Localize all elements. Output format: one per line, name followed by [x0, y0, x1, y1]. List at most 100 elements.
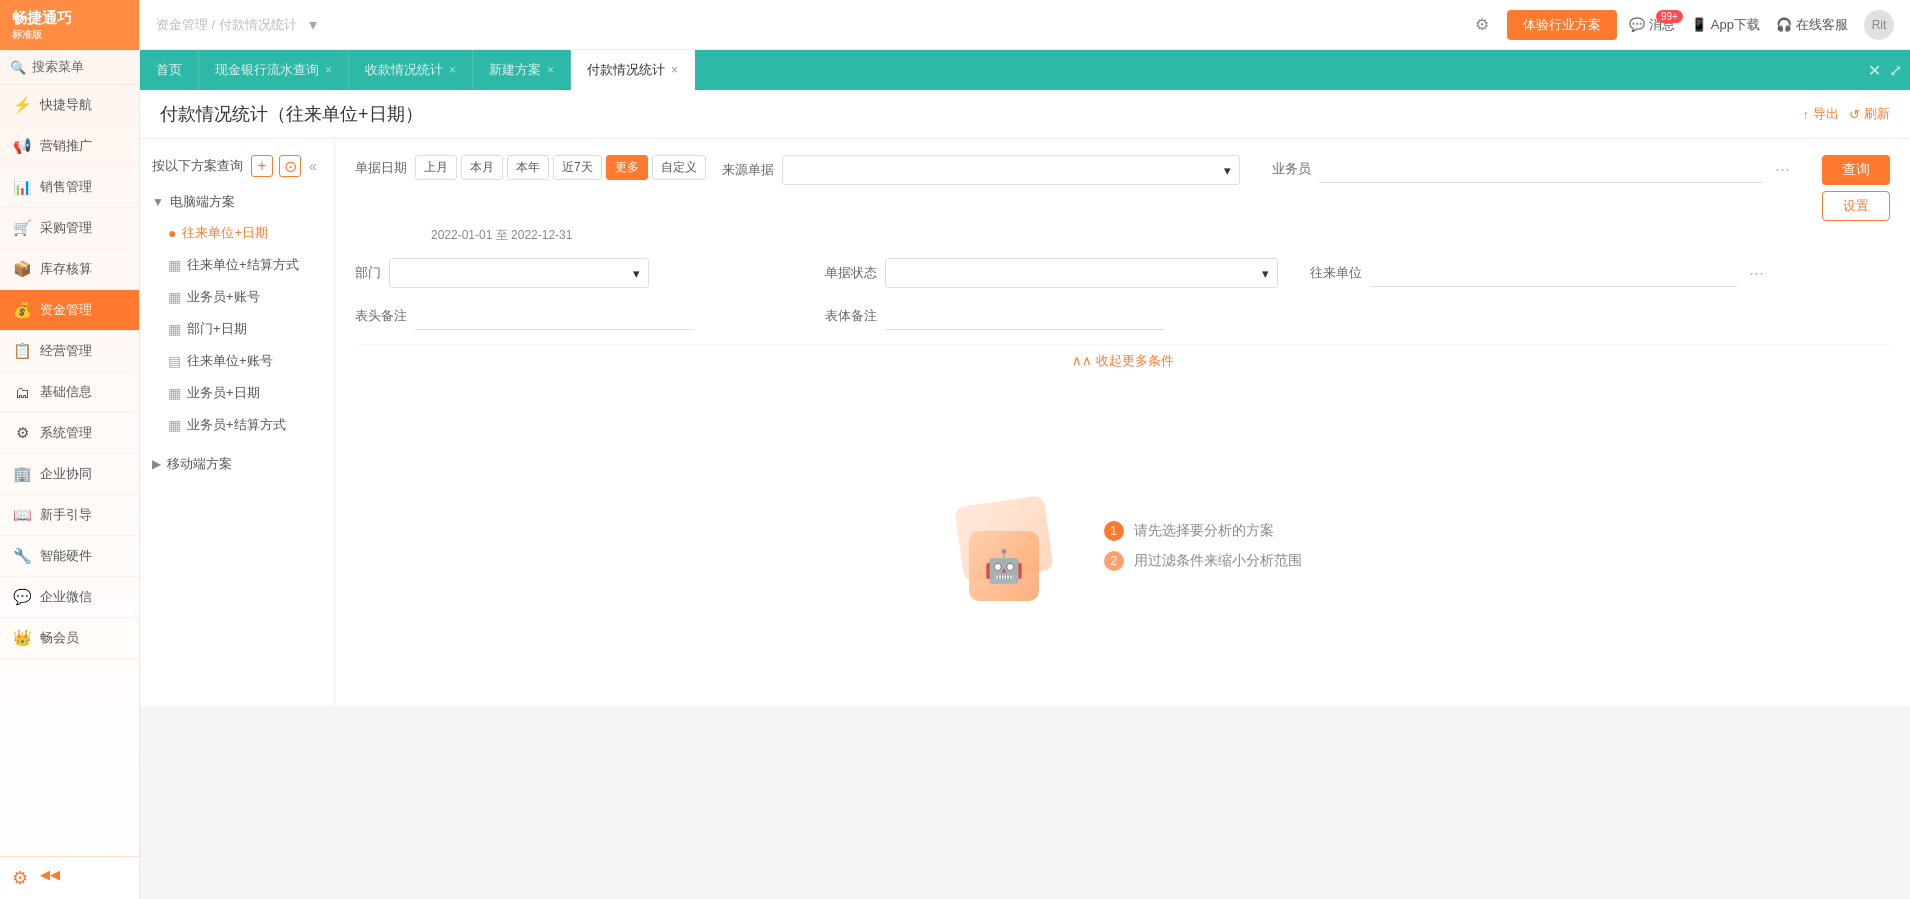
- tab-cash-flow-close[interactable]: ×: [325, 63, 332, 77]
- topbar: 资金管理 / 付款情况统计 ▾ ⚙ 体验行业方案 💬 消息 99+ 📱 App下…: [140, 0, 1910, 50]
- tabs-close-button[interactable]: ✕: [1868, 61, 1881, 80]
- topbar-chevron-icon[interactable]: ▾: [309, 15, 317, 34]
- date-filter-buttons: 上月 本月 本年 近7天 更多 自定义: [415, 155, 706, 180]
- scheme-item-partner-settle[interactable]: ▦ 往来单位+结算方式: [140, 249, 334, 281]
- sidebar-item-basic-info[interactable]: 🗂 基础信息: [0, 372, 139, 413]
- scheme-item-salesman-account[interactable]: ▦ 业务员+账号: [140, 281, 334, 313]
- sidebar-item-label: 系统管理: [40, 424, 92, 442]
- scheme-panel-header: 按以下方案查询 + ⊙ «: [140, 149, 334, 183]
- scheme-group-arrow-icon: ▼: [152, 195, 164, 209]
- tab-receipt-stats-close[interactable]: ×: [449, 63, 456, 77]
- bill-status-label: 单据状态: [825, 264, 877, 282]
- empty-tip-1-text: 请先选择要分析的方案: [1134, 522, 1274, 540]
- scheme-item-salesman-settle[interactable]: ▦ 业务员+结算方式: [140, 409, 334, 441]
- message-button[interactable]: 💬 消息 99+: [1629, 16, 1675, 34]
- salesman-more-icon[interactable]: ···: [1775, 159, 1790, 180]
- date-btn-custom[interactable]: 自定义: [652, 155, 706, 180]
- tabs-maximize-button[interactable]: ⤢: [1889, 61, 1902, 80]
- scheme-item-dept-date[interactable]: ▦ 部门+日期: [140, 313, 334, 345]
- scheme-panel-label: 按以下方案查询: [152, 157, 243, 175]
- sidebar-logo: 畅捷通巧 标准版: [0, 0, 139, 50]
- scheme-group-mobile-title[interactable]: ▶ 移动端方案: [140, 449, 334, 479]
- scheme-item-partner-account[interactable]: ▤ 往来单位+账号: [140, 345, 334, 377]
- sidebar-item-wechat[interactable]: 💬 企业微信: [0, 577, 139, 618]
- dept-select[interactable]: ▾: [389, 258, 649, 288]
- export-label: 导出: [1813, 105, 1839, 123]
- partner-input[interactable]: [1370, 259, 1737, 287]
- topbar-gear-icon[interactable]: ⚙: [1469, 9, 1495, 40]
- bill-status-select[interactable]: ▾: [885, 258, 1279, 288]
- guide-icon: 📖: [12, 505, 32, 525]
- wechat-icon: 💬: [12, 587, 32, 607]
- tab-home[interactable]: 首页: [140, 50, 199, 90]
- sidebar-item-system[interactable]: ⚙ 系统管理: [0, 413, 139, 454]
- date-btn-7days[interactable]: 近7天: [553, 155, 602, 180]
- operation-icon: 📋: [12, 341, 32, 361]
- date-btn-this-month[interactable]: 本月: [461, 155, 503, 180]
- sidebar-item-label: 资金管理: [40, 301, 92, 319]
- refresh-button[interactable]: ↺ 刷新: [1849, 105, 1890, 123]
- query-button[interactable]: 查询: [1822, 155, 1890, 185]
- message-badge: 99+: [1656, 10, 1683, 23]
- settings-button[interactable]: 设置: [1822, 191, 1890, 221]
- partner-label: 往来单位: [1310, 264, 1362, 282]
- refresh-icon: ↺: [1849, 107, 1860, 122]
- dept-label: 部门: [355, 264, 381, 282]
- enterprise-icon: 🏢: [12, 464, 32, 484]
- scheme-item-icon: ▦: [168, 289, 181, 305]
- content-area: 按以下方案查询 + ⊙ « ▼ 电脑端方案 ● 往来单位+日期: [140, 139, 1910, 706]
- sidebar-item-finance[interactable]: 💰 资金管理: [0, 290, 139, 331]
- sidebar-settings-icon[interactable]: ⚙: [12, 867, 28, 889]
- sidebar-item-hardware[interactable]: 🔧 智能硬件: [0, 536, 139, 577]
- sidebar-item-quick-nav[interactable]: ⚡ 快捷导航: [0, 85, 139, 126]
- date-btn-this-year[interactable]: 本年: [507, 155, 549, 180]
- online-service-button[interactable]: 🎧 在线客服: [1776, 16, 1848, 34]
- tab-payment-stats[interactable]: 付款情况统计 ×: [571, 50, 695, 90]
- sidebar-item-guide[interactable]: 📖 新手引导: [0, 495, 139, 536]
- search-menu[interactable]: 🔍 搜索菜单: [0, 50, 139, 85]
- user-name: Rit: [1872, 18, 1887, 32]
- header-note-input[interactable]: [415, 302, 695, 330]
- tab-new-scheme[interactable]: 新建方案 ×: [473, 50, 571, 90]
- partner-more-icon[interactable]: ···: [1749, 263, 1764, 284]
- export-button[interactable]: ↑ 导出: [1803, 105, 1840, 123]
- sidebar-item-inventory[interactable]: 📦 库存核算: [0, 249, 139, 290]
- sidebar-item-sales[interactable]: 📊 销售管理: [0, 167, 139, 208]
- scheme-item-label: 往来单位+日期: [182, 224, 268, 242]
- scheme-panel-icons: + ⊙: [251, 155, 301, 177]
- scheme-item-partner-date[interactable]: ● 往来单位+日期: [140, 217, 334, 249]
- tab-receipt-stats-label: 收款情况统计: [365, 61, 443, 79]
- salesman-input[interactable]: [1319, 155, 1763, 183]
- scheme-item-salesman-date[interactable]: ▦ 业务员+日期: [140, 377, 334, 409]
- trial-button[interactable]: 体验行业方案: [1507, 10, 1617, 40]
- sidebar-item-marketing[interactable]: 📢 营销推广: [0, 126, 139, 167]
- sidebar-collapse-icon[interactable]: ◀◀: [40, 867, 60, 889]
- sidebar-item-operation[interactable]: 📋 经营管理: [0, 331, 139, 372]
- scheme-settings-button[interactable]: ⊙: [279, 155, 301, 177]
- tab-receipt-stats[interactable]: 收款情况统计 ×: [349, 50, 473, 90]
- tab-home-label: 首页: [156, 61, 182, 79]
- bill-status-arrow-icon: ▾: [1262, 266, 1269, 281]
- tab-payment-stats-label: 付款情况统计: [587, 61, 665, 79]
- scheme-collapse-icon[interactable]: «: [309, 158, 317, 174]
- date-btn-more[interactable]: 更多: [606, 155, 648, 180]
- tab-new-scheme-close[interactable]: ×: [547, 63, 554, 77]
- sidebar-item-label: 畅会员: [40, 629, 79, 647]
- collapse-conditions-button[interactable]: ∧∧ 收起更多条件: [1072, 352, 1174, 370]
- member-icon: 👑: [12, 628, 32, 648]
- app-download-label: App下载: [1711, 16, 1760, 34]
- app-download-button[interactable]: 📱 App下载: [1691, 16, 1760, 34]
- tab-cash-flow[interactable]: 现金银行流水查询 ×: [199, 50, 349, 90]
- source-bill-select[interactable]: ▾: [782, 155, 1240, 185]
- sidebar-item-label: 智能硬件: [40, 547, 92, 565]
- body-note-input[interactable]: [885, 302, 1165, 330]
- quick-nav-icon: ⚡: [12, 95, 32, 115]
- date-btn-last-month[interactable]: 上月: [415, 155, 457, 180]
- user-avatar[interactable]: Rit: [1864, 10, 1894, 40]
- tab-payment-stats-close[interactable]: ×: [671, 63, 678, 77]
- scheme-add-button[interactable]: +: [251, 155, 273, 177]
- sidebar-item-purchase[interactable]: 🛒 采购管理: [0, 208, 139, 249]
- scheme-group-desktop-title[interactable]: ▼ 电脑端方案: [140, 187, 334, 217]
- sidebar-item-member[interactable]: 👑 畅会员: [0, 618, 139, 659]
- sidebar-item-enterprise[interactable]: 🏢 企业协同: [0, 454, 139, 495]
